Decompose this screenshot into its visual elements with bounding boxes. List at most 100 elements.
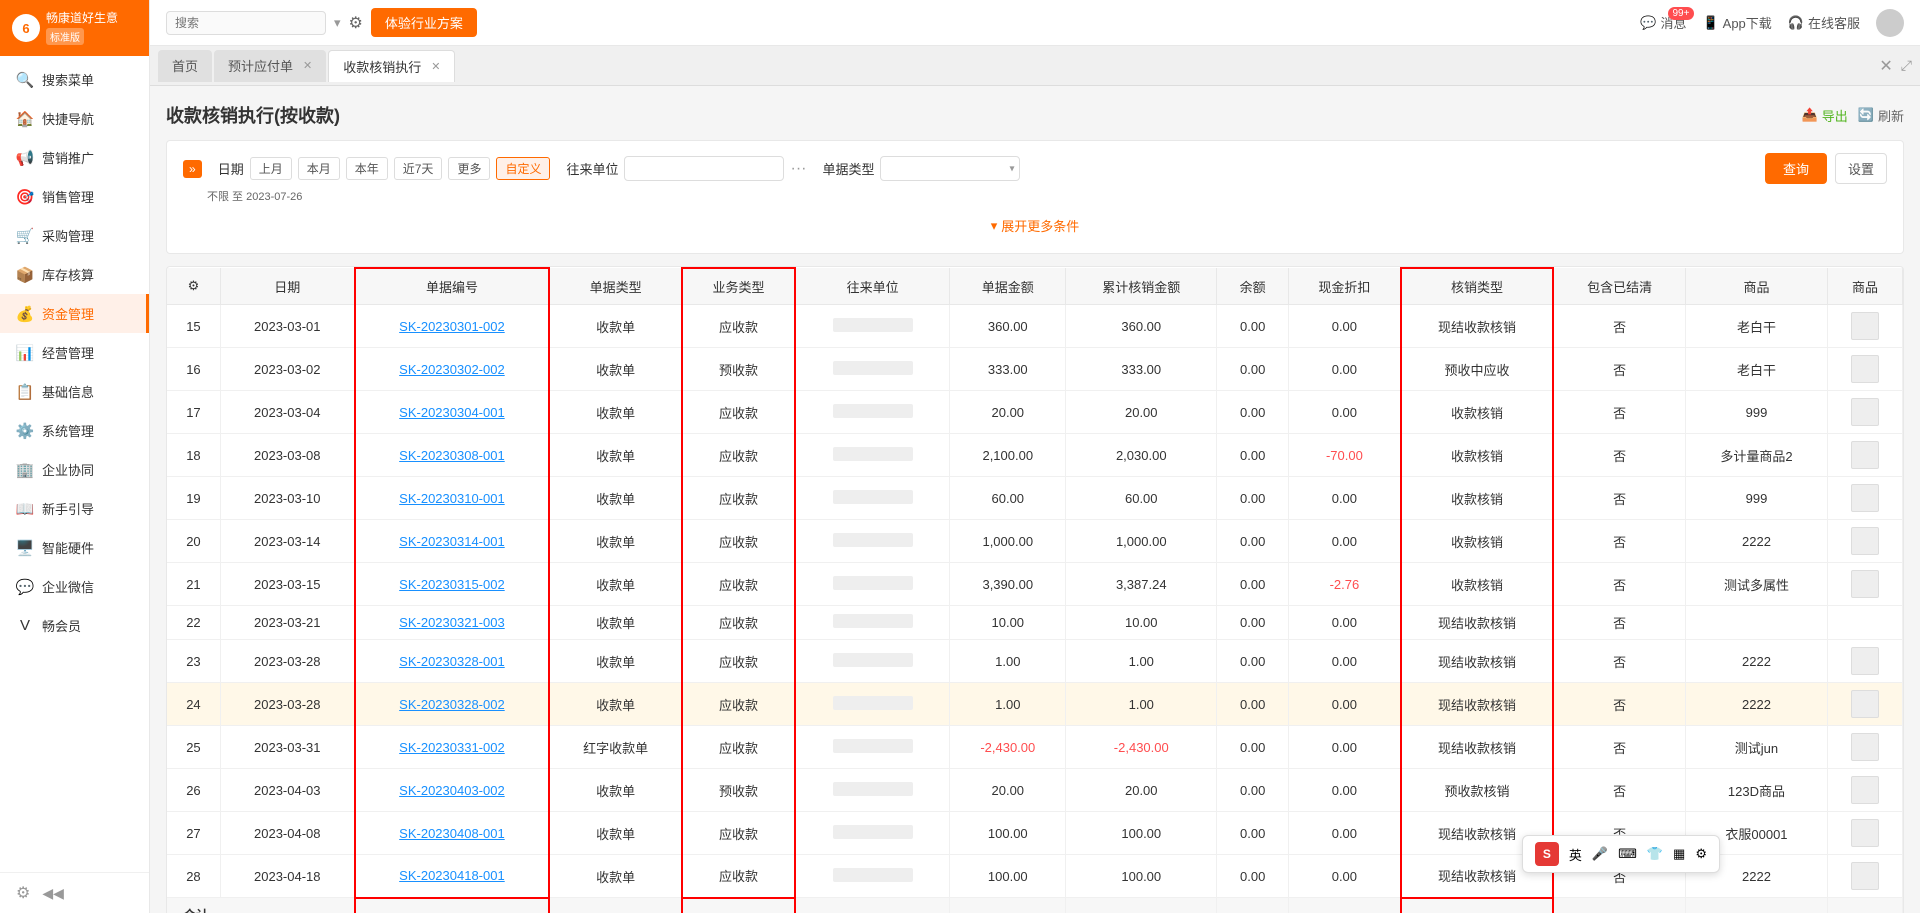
row-balance: 0.00 xyxy=(1217,391,1289,434)
date-last-month-button[interactable]: 上月 xyxy=(250,157,292,180)
sidebar-item-company[interactable]: 🏢企业协同 xyxy=(0,450,149,489)
row-verified: 60.00 xyxy=(1066,477,1217,520)
bill-no-link[interactable]: SK-20230308-001 xyxy=(399,448,505,463)
date-7days-button[interactable]: 近7天 xyxy=(394,157,443,180)
row-bill-no: SK-20230308-001 xyxy=(355,434,550,477)
bill-no-link[interactable]: SK-20230304-001 xyxy=(399,405,505,420)
row-bill-no: SK-20230331-002 xyxy=(355,726,550,769)
row-num: 16 xyxy=(167,348,220,391)
tab-prepay[interactable]: 预计应付单 ✕ xyxy=(214,50,326,82)
tab-collection-close-icon[interactable]: ✕ xyxy=(431,60,440,73)
row-verified: 360.00 xyxy=(1066,305,1217,348)
row-bill-type: 收款单 xyxy=(549,683,682,726)
filter-settings-button[interactable]: 设置 xyxy=(1835,153,1887,184)
sidebar-item-quick-nav[interactable]: 🏠快捷导航 xyxy=(0,99,149,138)
user-avatar[interactable] xyxy=(1876,9,1904,37)
date-custom-button[interactable]: 自定义 xyxy=(496,157,550,180)
product-thumbnail xyxy=(1851,398,1879,426)
row-discount: 0.00 xyxy=(1289,640,1401,683)
collapse-sidebar-button[interactable]: ◀◀ xyxy=(42,885,64,902)
row-biz-type: 应收款 xyxy=(682,812,795,855)
sidebar-item-member[interactable]: V畅会员 xyxy=(0,606,149,645)
sidebar-item-operation[interactable]: 📊经营管理 xyxy=(0,333,149,372)
row-balance: 0.00 xyxy=(1217,520,1289,563)
message-button[interactable]: 💬 消息 99+ xyxy=(1640,13,1686,32)
expand-more-conditions[interactable]: ▾ 展开更多条件 xyxy=(183,210,1887,241)
row-verified: 100.00 xyxy=(1066,812,1217,855)
settings-icon[interactable]: ⚙ xyxy=(16,883,30,903)
filter-expand-arrow[interactable]: » xyxy=(183,160,202,178)
ime-settings-icon[interactable]: ⚙ xyxy=(1695,846,1707,862)
sidebar-item-wechat[interactable]: 💬企业微信 xyxy=(0,567,149,606)
bill-type-select[interactable] xyxy=(880,156,1020,181)
partner-filter-input[interactable] xyxy=(624,156,784,181)
bill-no-link[interactable]: SK-20230408-001 xyxy=(399,826,505,841)
row-bill-type: 收款单 xyxy=(549,640,682,683)
sidebar-item-basic[interactable]: 📋基础信息 xyxy=(0,372,149,411)
table-scroll[interactable]: ⚙ 日期 单据编号 单据类型 业务类型 往来单位 单据金额 累计核销金额 余额 … xyxy=(167,267,1903,913)
refresh-button[interactable]: 🔄 刷新 xyxy=(1858,106,1904,125)
ime-keyboard-icon[interactable]: ⌨ xyxy=(1618,846,1637,862)
row-balance: 0.00 xyxy=(1217,769,1289,812)
bill-no-link[interactable]: SK-20230315-002 xyxy=(399,577,505,592)
bill-no-link[interactable]: SK-20230310-001 xyxy=(399,491,505,506)
bill-no-link[interactable]: SK-20230418-001 xyxy=(399,868,505,883)
sidebar-item-system[interactable]: ⚙️系统管理 xyxy=(0,411,149,450)
sidebar-item-sales[interactable]: 🎯销售管理 xyxy=(0,177,149,216)
row-bill-no: SK-20230408-001 xyxy=(355,812,550,855)
ime-text: 英 xyxy=(1569,845,1582,864)
row-product-img xyxy=(1828,812,1903,855)
sidebar-item-search[interactable]: 🔍搜索菜单 xyxy=(0,60,149,99)
tab-collection[interactable]: 收款核销执行 ✕ xyxy=(328,50,455,82)
wechat-icon: 💬 xyxy=(16,578,34,596)
partner-filter-dots[interactable]: ··· xyxy=(790,160,806,178)
table-row: 25 2023-03-31 SK-20230331-002 红字收款单 应收款 … xyxy=(167,726,1903,769)
bill-no-link[interactable]: SK-20230331-002 xyxy=(399,740,505,755)
row-discount: 0.00 xyxy=(1289,477,1401,520)
online-service-button[interactable]: 🎧 在线客服 xyxy=(1788,13,1860,32)
date-this-year-button[interactable]: 本年 xyxy=(346,157,388,180)
solution-button[interactable]: 体验行业方案 xyxy=(371,8,477,37)
sidebar-item-inventory[interactable]: 📦库存核算 xyxy=(0,255,149,294)
bill-no-link[interactable]: SK-20230302-002 xyxy=(399,362,505,377)
sidebar-item-purchase[interactable]: 🛒采购管理 xyxy=(0,216,149,255)
row-discount: -2.76 xyxy=(1289,563,1401,606)
bill-no-link[interactable]: SK-20230314-001 xyxy=(399,534,505,549)
row-include-settled: 否 xyxy=(1553,391,1685,434)
topbar-search-input[interactable] xyxy=(166,11,326,35)
date-this-month-button[interactable]: 本月 xyxy=(298,157,340,180)
row-bill-type: 收款单 xyxy=(549,348,682,391)
sidebar-item-hardware[interactable]: 🖥️智能硬件 xyxy=(0,528,149,567)
row-product: 2222 xyxy=(1685,640,1827,683)
refresh-icon: 🔄 xyxy=(1858,107,1874,123)
tab-prepay-close-icon[interactable]: ✕ xyxy=(303,59,312,72)
date-more-button[interactable]: 更多 xyxy=(448,157,490,180)
row-include-settled: 否 xyxy=(1553,769,1685,812)
ime-mic-icon[interactable]: 🎤 xyxy=(1592,846,1608,862)
bill-no-link[interactable]: SK-20230328-001 xyxy=(399,654,505,669)
app-download-button[interactable]: 📱 App下载 xyxy=(1702,13,1771,32)
close-all-tabs-icon[interactable]: ✕ xyxy=(1879,56,1892,76)
row-bill-no: SK-20230314-001 xyxy=(355,520,550,563)
col-settings[interactable]: ⚙ xyxy=(167,268,220,305)
topbar-settings-icon[interactable]: ⚙ xyxy=(349,13,363,33)
product-thumbnail xyxy=(1851,647,1879,675)
bill-no-link[interactable]: SK-20230328-002 xyxy=(399,697,505,712)
table-row: 15 2023-03-01 SK-20230301-002 收款单 应收款 36… xyxy=(167,305,1903,348)
sidebar-item-guide[interactable]: 📖新手引导 xyxy=(0,489,149,528)
sidebar-item-capital[interactable]: 💰资金管理 xyxy=(0,294,149,333)
tab-home[interactable]: 首页 xyxy=(158,50,212,82)
row-balance: 0.00 xyxy=(1217,726,1289,769)
expand-tabs-icon[interactable]: ⤢ xyxy=(1901,57,1912,74)
bill-no-link[interactable]: SK-20230321-003 xyxy=(399,615,505,630)
row-biz-type: 预收款 xyxy=(682,348,795,391)
bill-no-link[interactable]: SK-20230403-002 xyxy=(399,783,505,798)
row-include-settled: 否 xyxy=(1553,348,1685,391)
total-product xyxy=(1685,898,1827,913)
sidebar-item-marketing[interactable]: 📢营销推广 xyxy=(0,138,149,177)
row-product-img xyxy=(1828,305,1903,348)
bill-no-link[interactable]: SK-20230301-002 xyxy=(399,319,505,334)
row-bill-no: SK-20230315-002 xyxy=(355,563,550,606)
query-button[interactable]: 查询 xyxy=(1765,153,1827,184)
export-button[interactable]: 📤 导出 xyxy=(1802,106,1848,125)
